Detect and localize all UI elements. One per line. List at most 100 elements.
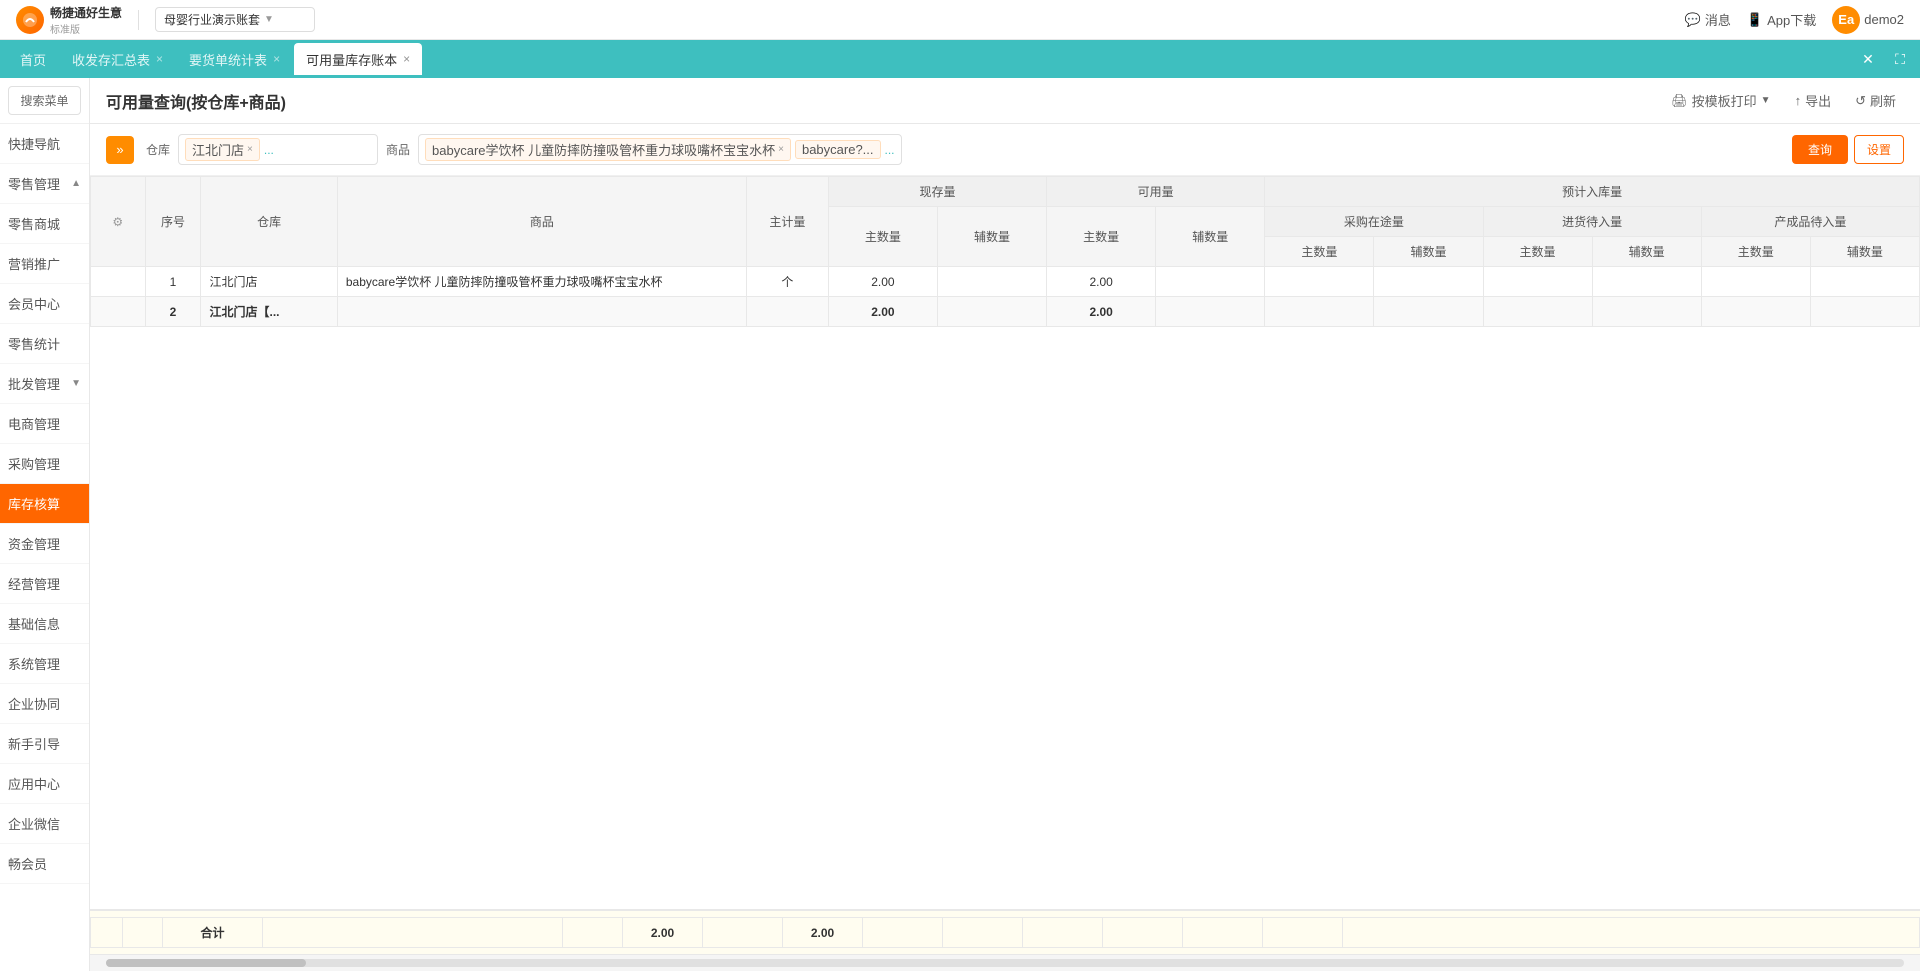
unit-col-header: 主计量 bbox=[747, 177, 829, 267]
row1-incoming-aux bbox=[1592, 267, 1701, 297]
scrollbar-thumb[interactable] bbox=[106, 959, 306, 967]
row2-incoming-main bbox=[1483, 297, 1592, 327]
industry-select[interactable]: 母婴行业演示账套 ▼ bbox=[155, 7, 315, 32]
tab-income-close[interactable]: × bbox=[156, 52, 163, 66]
chevron-down-icon: ▲ bbox=[71, 178, 81, 189]
product-filter-label: 商品 bbox=[386, 141, 410, 158]
sidebar-item-new-guide[interactable]: 新手引导 bbox=[0, 724, 89, 764]
product-tag-1: babycare学饮杯 儿童防摔防撞吸管杯重力球吸嘴杯宝宝水杯 × bbox=[425, 138, 791, 161]
row2-production-aux bbox=[1810, 297, 1919, 327]
available-aux-header: 辅数量 bbox=[1156, 207, 1265, 267]
message-icon: 💬 bbox=[1685, 12, 1701, 28]
sidebar-item-member-center[interactable]: 会员中心 bbox=[0, 284, 89, 324]
sidebar-item-ecommerce[interactable]: 电商管理 bbox=[0, 404, 89, 444]
row2-available-main: 2.00 bbox=[1047, 297, 1156, 327]
sidebar-item-enterprise-wechat[interactable]: 企业微信 bbox=[0, 804, 89, 844]
purchase-main-header: 主数量 bbox=[1265, 237, 1374, 267]
warehouse-filter-input[interactable]: 江北门店 × ... bbox=[178, 134, 378, 165]
industry-label: 母婴行业演示账套 bbox=[164, 11, 260, 28]
user-menu[interactable]: Ea demo2 bbox=[1832, 6, 1904, 34]
row1-production-main bbox=[1701, 267, 1810, 297]
sidebar-item-member[interactable]: 畅会员 bbox=[0, 844, 89, 884]
row1-stock-aux bbox=[937, 267, 1046, 297]
tab-available-close[interactable]: × bbox=[403, 52, 410, 66]
sidebar-item-enterprise[interactable]: 企业协同 bbox=[0, 684, 89, 724]
sidebar-item-quick-nav[interactable]: 快捷导航 bbox=[0, 124, 89, 164]
sidebar-item-wholesale-mgmt[interactable]: 批发管理 ▼ bbox=[0, 364, 89, 404]
expand-button[interactable]: ⛶ bbox=[1888, 47, 1912, 71]
warehouse-tag-close-icon[interactable]: × bbox=[247, 144, 253, 155]
settings-col-header[interactable]: ⚙ bbox=[91, 177, 146, 267]
tab-bar: 首页 收发存汇总表 × 要货单统计表 × 可用量库存账本 × ✕ ⛶ bbox=[0, 40, 1920, 78]
edition-label: 标准版 bbox=[50, 21, 122, 36]
print-template-button[interactable]: 🖨 按模板打印 ▼ bbox=[1663, 88, 1778, 113]
sidebar-item-sys-mgmt[interactable]: 系统管理 bbox=[0, 644, 89, 684]
row1-unit: 个 bbox=[747, 267, 829, 297]
seq-col-header: 序号 bbox=[145, 177, 201, 267]
row2-product bbox=[337, 297, 746, 327]
row1-product: babycare学饮杯 儿童防摔防撞吸管杯重力球吸嘴杯宝宝水杯 bbox=[337, 267, 746, 297]
summary-bar: 合计 2.00 2.00 bbox=[90, 909, 1920, 955]
sidebar-item-finance[interactable]: 资金管理 bbox=[0, 524, 89, 564]
tab-available-label: 可用量库存账本 bbox=[306, 50, 397, 69]
table-scroll-area[interactable]: ⚙ 序号 仓库 商品 主计量 现存量 可用量 预计入库量 主数量 辅数量 bbox=[90, 176, 1920, 909]
warehouse-more-button[interactable]: ... bbox=[264, 143, 274, 157]
refresh-icon: ↺ bbox=[1855, 93, 1866, 109]
production-main-header: 主数量 bbox=[1701, 237, 1810, 267]
row2-stock-main: 2.00 bbox=[828, 297, 937, 327]
message-button[interactable]: 💬 消息 bbox=[1685, 10, 1731, 29]
incoming-aux-header: 辅数量 bbox=[1592, 237, 1701, 267]
row1-seq: 1 bbox=[145, 267, 201, 297]
filter-panel: » 仓库 江北门店 × ... 商品 babycare学饮杯 儿童防摔防 bbox=[90, 124, 1920, 176]
tab-requisition[interactable]: 要货单统计表 × bbox=[177, 43, 292, 75]
sidebar-item-purchase-mgmt[interactable]: 采购管理 bbox=[0, 444, 89, 484]
query-button[interactable]: 查询 bbox=[1792, 135, 1848, 164]
tab-income[interactable]: 收发存汇总表 × bbox=[60, 43, 175, 75]
row1-production-aux bbox=[1810, 267, 1919, 297]
refresh-button[interactable]: ↺ 刷新 bbox=[1847, 88, 1904, 113]
sidebar-item-marketing[interactable]: 营销推广 bbox=[0, 244, 89, 284]
scrollbar-track bbox=[106, 959, 1904, 967]
settings-button[interactable]: 设置 bbox=[1854, 135, 1904, 164]
page-actions: 🖨 按模板打印 ▼ ↑ 导出 ↺ 刷新 bbox=[1663, 88, 1904, 113]
top-bar: 畅捷通好生意 标准版 母婴行业演示账套 ▼ 💬 消息 📱 App下载 Ea de… bbox=[0, 0, 1920, 40]
row2-stock-aux bbox=[937, 297, 1046, 327]
sidebar-item-app-center[interactable]: 应用中心 bbox=[0, 764, 89, 804]
top-bar-right: 💬 消息 📱 App下载 Ea demo2 bbox=[1685, 6, 1904, 34]
product-filter-input[interactable]: babycare学饮杯 儿童防摔防撞吸管杯重力球吸嘴杯宝宝水杯 × babyca… bbox=[418, 134, 902, 165]
row2-available-aux bbox=[1156, 297, 1265, 327]
row1-stock-main: 2.00 bbox=[828, 267, 937, 297]
sidebar-item-inventory[interactable]: 库存核算 bbox=[0, 484, 89, 524]
production-aux-header: 辅数量 bbox=[1810, 237, 1919, 267]
row1-settings bbox=[91, 267, 146, 297]
export-button[interactable]: ↑ 导出 bbox=[1787, 88, 1840, 113]
page-title: 可用量查询(按仓库+商品) bbox=[106, 89, 286, 113]
sidebar-item-retail-stats[interactable]: 零售统计 bbox=[0, 324, 89, 364]
sidebar-item-retail-mgmt[interactable]: 零售管理 ▲ bbox=[0, 164, 89, 204]
page-header: 可用量查询(按仓库+商品) 🖨 按模板打印 ▼ ↑ 导出 ↺ 刷新 bbox=[90, 78, 1920, 124]
inventory-table: ⚙ 序号 仓库 商品 主计量 现存量 可用量 预计入库量 主数量 辅数量 bbox=[90, 176, 1920, 327]
export-icon: ↑ bbox=[1795, 93, 1802, 108]
row1-purchase-main bbox=[1265, 267, 1374, 297]
avatar: Ea bbox=[1832, 6, 1860, 34]
search-menu-button[interactable]: 搜索菜单 bbox=[8, 86, 81, 115]
dropdown-arrow-icon: ▼ bbox=[264, 14, 274, 25]
close-all-tabs-button[interactable]: ✕ bbox=[1856, 47, 1880, 71]
tab-home[interactable]: 首页 bbox=[8, 43, 58, 75]
top-bar-left: 畅捷通好生意 标准版 母婴行业演示账套 ▼ bbox=[16, 4, 315, 36]
sidebar-item-basic-info[interactable]: 基础信息 bbox=[0, 604, 89, 644]
sidebar: 搜索菜单 快捷导航 零售管理 ▲ 零售商城 营销推广 会员中心 零售统计 批发管… bbox=[0, 78, 90, 971]
app-download-button[interactable]: 📱 App下载 bbox=[1747, 10, 1816, 29]
tab-requisition-close[interactable]: × bbox=[273, 52, 280, 66]
filter-toggle-button[interactable]: » bbox=[106, 136, 134, 164]
product-more-button[interactable]: ... bbox=[885, 143, 895, 157]
tab-available[interactable]: 可用量库存账本 × bbox=[294, 43, 422, 75]
sidebar-item-ops-mgmt[interactable]: 经营管理 bbox=[0, 564, 89, 604]
product-tag-1-close-icon[interactable]: × bbox=[778, 144, 784, 155]
warehouse-filter-label: 仓库 bbox=[146, 141, 170, 158]
row2-purchase-aux bbox=[1374, 297, 1483, 327]
row2-unit bbox=[747, 297, 829, 327]
production-group-header: 产成品待入量 bbox=[1701, 207, 1919, 237]
sidebar-item-retail-mall[interactable]: 零售商城 bbox=[0, 204, 89, 244]
horizontal-scrollbar[interactable] bbox=[90, 955, 1920, 971]
